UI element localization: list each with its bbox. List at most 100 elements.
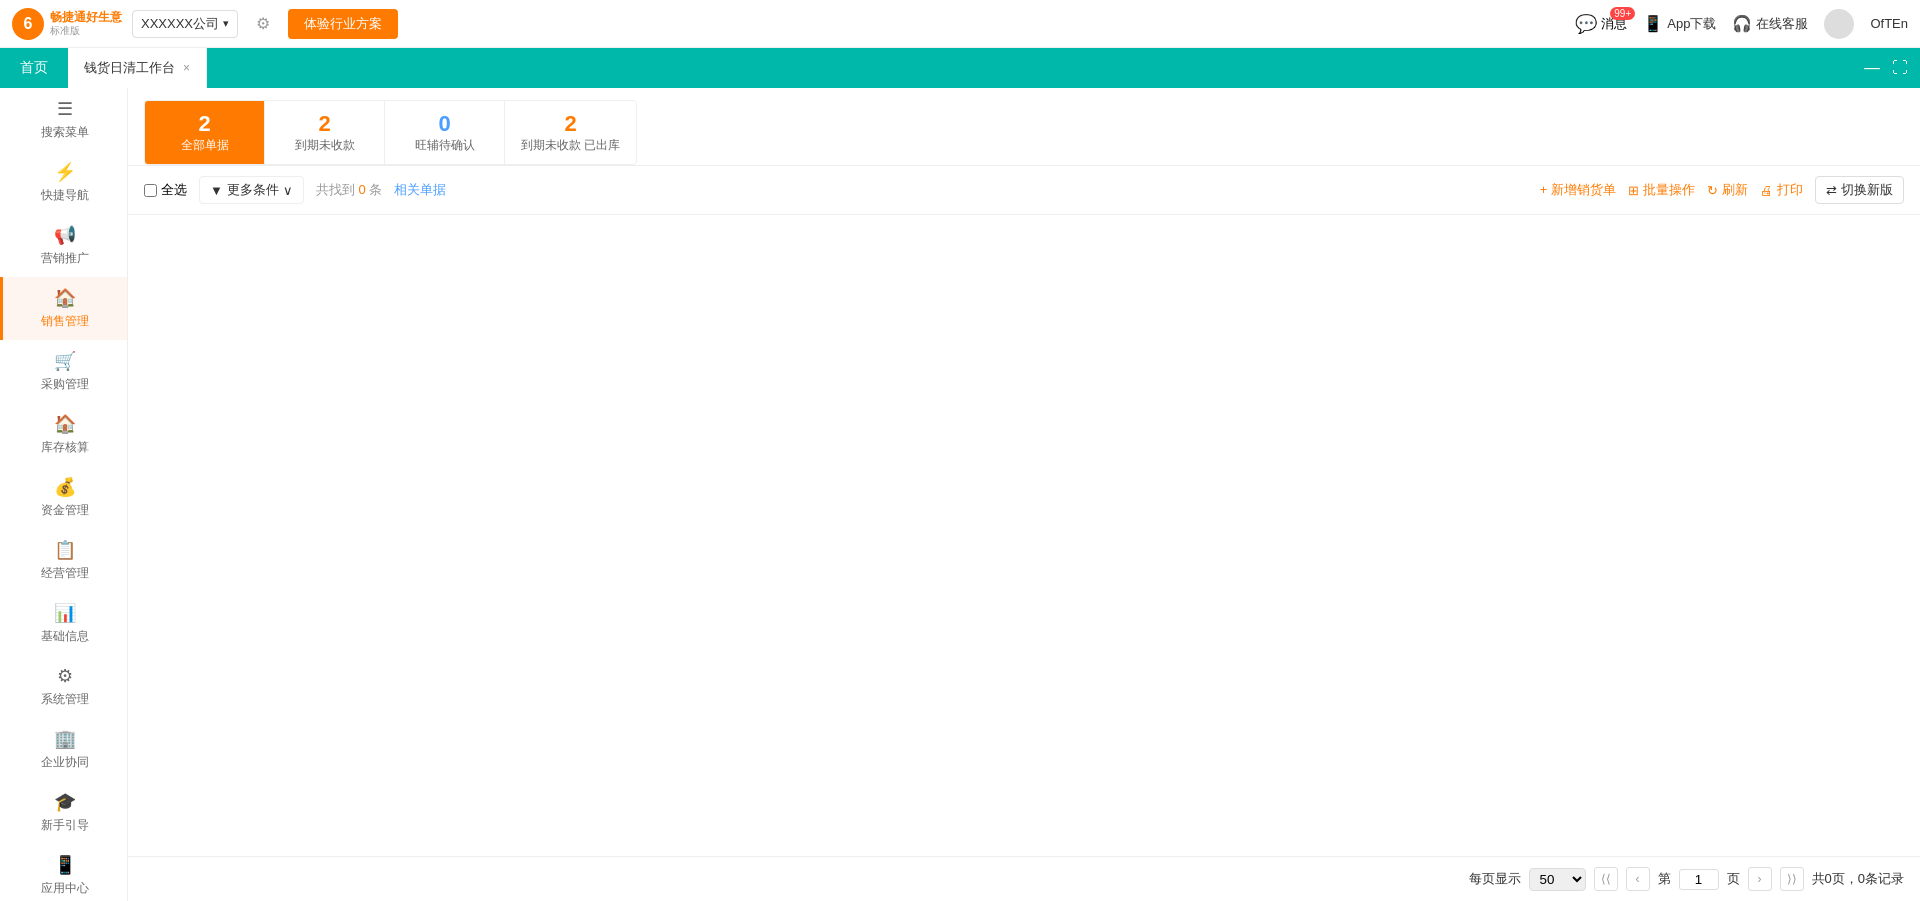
first-page-button[interactable]: ⟨⟨ (1594, 867, 1618, 891)
page-number-input[interactable]: 1 (1679, 869, 1719, 890)
related-doc-link[interactable]: 相关单据 (394, 181, 446, 199)
header-right: 💬 消息 99+ 📱 App下载 🎧 在线客服 OfTEn (1575, 9, 1908, 39)
sidebar-item-label: 销售管理 (41, 313, 89, 330)
stat-label-overdue-shipped: 到期未收款 已出库 (521, 137, 620, 154)
sidebar-item-capital[interactable]: 💰 资金管理 (0, 466, 127, 529)
found-prefix: 共找到 (316, 182, 355, 197)
messages-badge: 99+ (1610, 7, 1635, 20)
batch-icon: ⊞ (1628, 183, 1639, 198)
sidebar-item-label: 基础信息 (41, 628, 89, 645)
select-all-checkbox[interactable] (144, 184, 157, 197)
filter-icon: ▼ (210, 183, 223, 198)
top-header: 6 畅捷通好生意 标准版 XXXXXX公司 ▾ ⚙ 体验行业方案 💬 消息 99… (0, 0, 1920, 48)
print-icon: 🖨 (1760, 183, 1773, 198)
toolbar-right: + 新增销货单 ⊞ 批量操作 ↻ 刷新 🖨 打印 ⇄ 切换新版 (1536, 176, 1904, 204)
sidebar-item-enterprise[interactable]: 🏢 企业协同 (0, 718, 127, 781)
tab-home[interactable]: 首页 (0, 48, 68, 88)
app-download-button[interactable]: 📱 App下载 (1643, 14, 1716, 33)
settings-icon: ⚙ (256, 14, 270, 33)
print-button[interactable]: 🖨 打印 (1760, 181, 1803, 199)
refresh-button[interactable]: ↻ 刷新 (1707, 181, 1748, 199)
tab-bar: 首页 钱货日清工作台 × — ⛶ (0, 48, 1920, 88)
page-summary: 共0页，0条记录 (1812, 870, 1904, 888)
stats-tabs: 2 全部单据 2 到期未收款 0 旺辅待确认 2 到期未收款 已出库 (128, 88, 1920, 166)
sidebar-item-basic-info[interactable]: 📊 基础信息 (0, 592, 127, 655)
prev-page-button[interactable]: ‹ (1626, 867, 1650, 891)
app-center-icon: 📱 (54, 854, 76, 876)
message-icon: 💬 (1575, 13, 1597, 35)
pagination: 每页显示 50 100 200 ⟨⟨ ‹ 第 1 页 › ⟩⟩ 共0页，0条记录 (128, 856, 1920, 901)
stat-tab-all[interactable]: 2 全部单据 (145, 101, 265, 164)
logo-text: 畅捷通好生意 标准版 (50, 10, 122, 36)
sidebar-item-inventory[interactable]: 🏠 库存核算 (0, 403, 127, 466)
filter-label: 更多条件 (227, 181, 279, 199)
settings-icon-btn[interactable]: ⚙ (248, 9, 278, 39)
sidebar-item-label: 搜索菜单 (41, 124, 89, 141)
per-page-label: 每页显示 (1469, 870, 1521, 888)
trial-button[interactable]: 体验行业方案 (288, 9, 398, 39)
sidebar-item-search[interactable]: ☰ 搜索菜单 (0, 88, 127, 151)
stat-count-overdue-shipped: 2 (521, 111, 620, 137)
sidebar-item-sales[interactable]: 🏠 销售管理 (0, 277, 127, 340)
page-suffix: 页 (1727, 870, 1740, 888)
last-page-button[interactable]: ⟩⟩ (1780, 867, 1804, 891)
user-name[interactable]: OfTEn (1870, 16, 1908, 31)
sidebar-item-label: 快捷导航 (41, 187, 89, 204)
next-page-button[interactable]: › (1748, 867, 1772, 891)
sales-icon: 🏠 (54, 287, 76, 309)
filter-button[interactable]: ▼ 更多条件 ∨ (199, 176, 304, 204)
select-all-label: 全选 (161, 181, 187, 199)
stat-label-overdue: 到期未收款 (281, 137, 368, 154)
sidebar-item-guide[interactable]: 🎓 新手引导 (0, 781, 127, 844)
sidebar-item-label: 采购管理 (41, 376, 89, 393)
tab-active[interactable]: 钱货日清工作台 × (68, 48, 207, 88)
avatar (1824, 9, 1854, 39)
filter-chevron: ∨ (283, 183, 293, 198)
system-icon: ⚙ (57, 665, 73, 687)
company-name: XXXXXX公司 (141, 15, 219, 33)
purchase-icon: 🛒 (54, 350, 76, 372)
sidebar-item-label: 应用中心 (41, 880, 89, 897)
online-service-button[interactable]: 🎧 在线客服 (1732, 14, 1808, 33)
sidebar-item-label: 新手引导 (41, 817, 89, 834)
tab-bar-actions: — ⛶ (1860, 55, 1920, 81)
stat-label-all: 全部单据 (161, 137, 248, 154)
table-area (128, 215, 1920, 856)
company-selector[interactable]: XXXXXX公司 ▾ (132, 10, 238, 38)
tab-active-label: 钱货日清工作台 (84, 59, 175, 77)
logo-area: 6 畅捷通好生意 标准版 (12, 8, 122, 40)
logo-title: 畅捷通好生意 (50, 10, 122, 24)
tab-close-icon[interactable]: × (183, 61, 190, 75)
sidebar-item-system[interactable]: ⚙ 系统管理 (0, 655, 127, 718)
capital-icon: 💰 (54, 476, 76, 498)
toolbar: 全选 ▼ 更多条件 ∨ 共找到 0 条 相关单据 + 新增销货单 (128, 166, 1920, 215)
header-left: 6 畅捷通好生意 标准版 XXXXXX公司 ▾ ⚙ 体验行业方案 (12, 8, 398, 40)
stat-label-pending: 旺辅待确认 (401, 137, 488, 154)
phone-icon: 📱 (1643, 14, 1663, 33)
sidebar-item-purchase[interactable]: 🛒 采购管理 (0, 340, 127, 403)
inventory-icon: 🏠 (54, 413, 76, 435)
add-sales-order-button[interactable]: + 新增销货单 (1536, 181, 1616, 199)
found-count: 0 (359, 182, 366, 197)
logo-icon: 6 (12, 8, 44, 40)
expand-icon[interactable]: ⛶ (1888, 55, 1912, 81)
sidebar-item-label: 库存核算 (41, 439, 89, 456)
sidebar-item-operations[interactable]: 📋 经营管理 (0, 529, 127, 592)
headset-icon: 🎧 (1732, 14, 1752, 33)
main-layout: ☰ 搜索菜单 ⚡ 快捷导航 📢 营销推广 🏠 销售管理 🛒 采购管理 🏠 库存核… (0, 88, 1920, 901)
stat-tab-overdue[interactable]: 2 到期未收款 (265, 101, 385, 164)
marketing-icon: 📢 (54, 224, 76, 246)
stat-count-overdue: 2 (281, 111, 368, 137)
sidebar-item-marketing[interactable]: 📢 营销推广 (0, 214, 127, 277)
per-page-select[interactable]: 50 100 200 (1529, 868, 1586, 891)
switch-version-button[interactable]: ⇄ 切换新版 (1815, 176, 1904, 204)
batch-operation-button[interactable]: ⊞ 批量操作 (1628, 181, 1695, 199)
stat-tab-overdue-shipped[interactable]: 2 到期未收款 已出库 (505, 101, 636, 164)
sidebar-item-quick-nav[interactable]: ⚡ 快捷导航 (0, 151, 127, 214)
stat-tab-pending[interactable]: 0 旺辅待确认 (385, 101, 505, 164)
messages-button[interactable]: 💬 消息 99+ (1575, 13, 1627, 35)
chevron-down-icon: ▾ (223, 17, 229, 30)
minimize-icon[interactable]: — (1860, 55, 1884, 81)
sidebar-item-app-center[interactable]: 📱 应用中心 (0, 844, 127, 901)
operations-icon: 📋 (54, 539, 76, 561)
